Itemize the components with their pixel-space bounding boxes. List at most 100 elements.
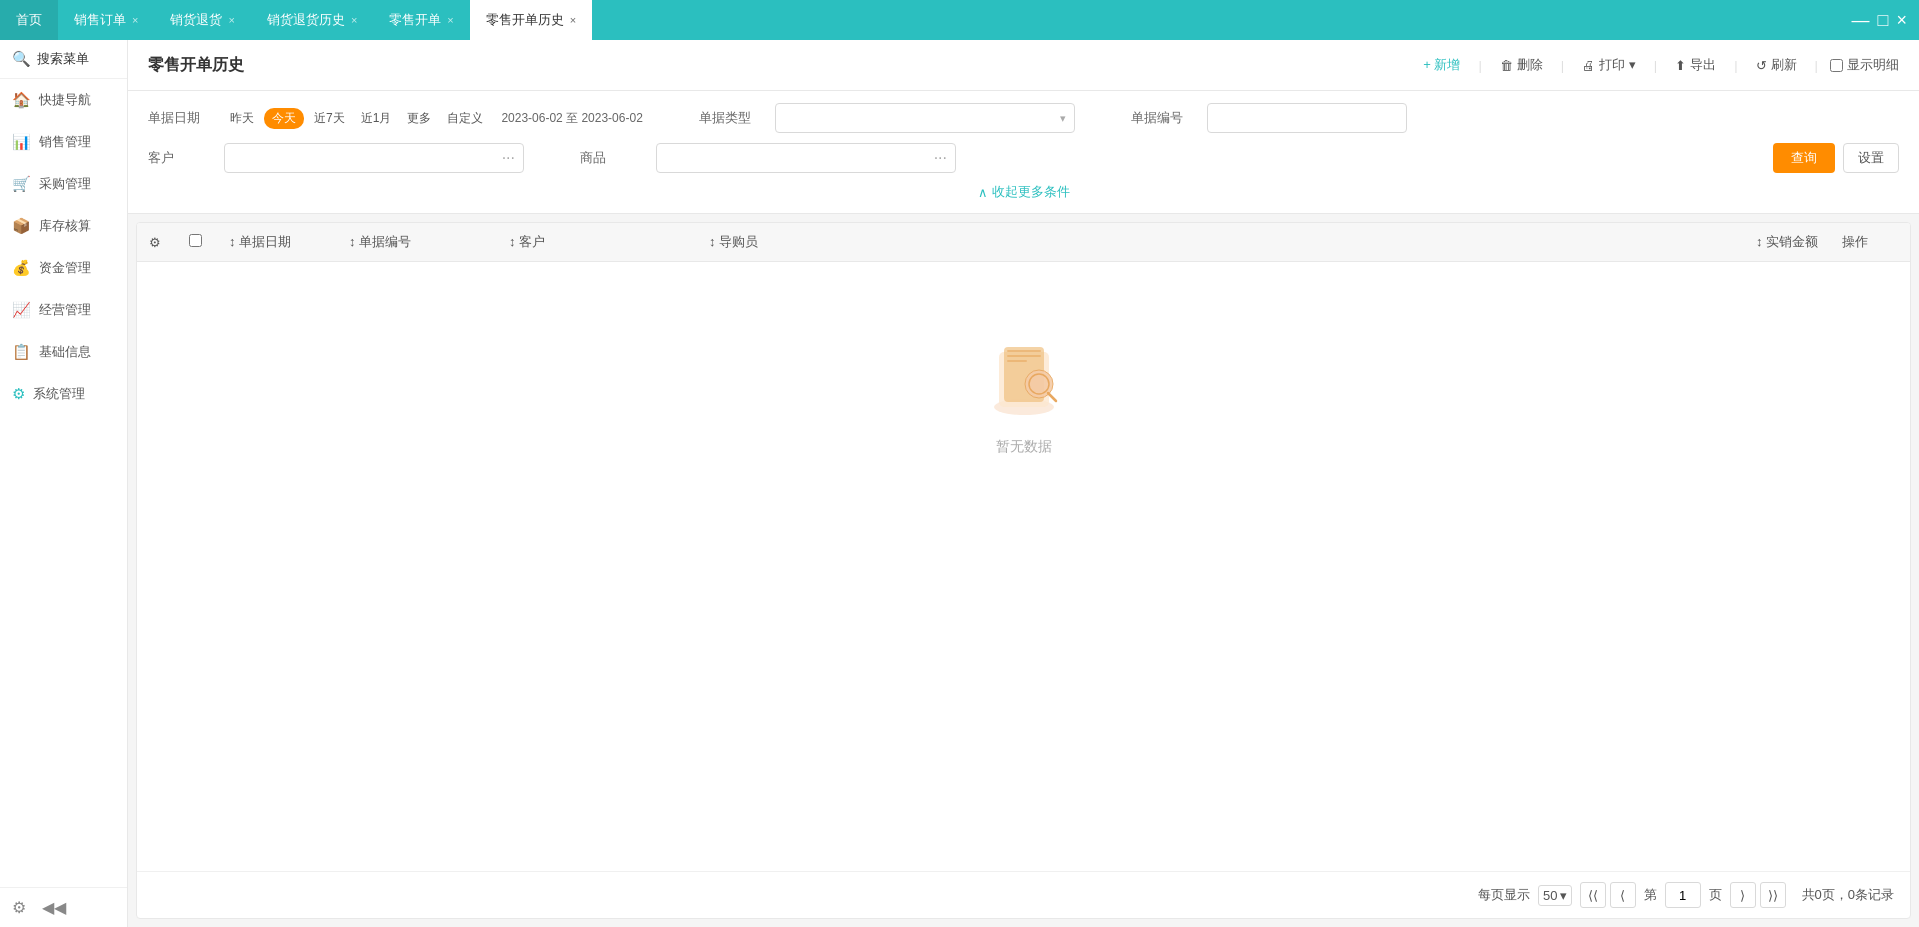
th-amount[interactable]: ↕ 实销金额: [1710, 223, 1830, 262]
product-dots[interactable]: ···: [934, 149, 947, 167]
tab-home[interactable]: 首页: [0, 0, 58, 40]
tab-retail-open[interactable]: 零售开单 ×: [373, 0, 469, 40]
settings-icon[interactable]: ⚙: [12, 898, 26, 917]
collapse-filter-btn[interactable]: ∧ 收起更多条件: [148, 183, 1899, 201]
close-tab-sales-return-history[interactable]: ×: [351, 14, 357, 26]
query-button[interactable]: 查询: [1773, 143, 1835, 173]
th-action: 操作: [1830, 223, 1910, 262]
pagination: 每页显示 50 ▾ ⟨⟨ ⟨ 第 页 ⟩ ⟩⟩ 共0页，0条记录: [137, 871, 1910, 918]
last-page-button[interactable]: ⟩⟩: [1760, 882, 1786, 908]
delete-button[interactable]: 🗑 删除: [1494, 52, 1549, 78]
sidebar-item-quick-nav[interactable]: 🏠 快捷导航: [0, 79, 127, 121]
tab-bar: 首页 销售订单 × 销货退货 × 销货退货历史 × 零售开单 × 零售开单历史 …: [0, 0, 1840, 40]
action-col-label: 操作: [1842, 234, 1868, 249]
main-layout: 🔍 搜索菜单 🏠 快捷导航 📊 销售管理 🛒 采购管理 📦 库存核算 💰: [0, 40, 1919, 927]
close-tab-retail-open-history[interactable]: ×: [570, 14, 576, 26]
amount-col-label: ↕ 实销金额: [1756, 234, 1818, 249]
total-info: 共0页，0条记录: [1802, 886, 1894, 904]
table-header-row: ⚙ ↕ 单据日期 ↕ 单据编号: [137, 223, 1910, 262]
tab-sales-return[interactable]: 销货退货 ×: [154, 0, 250, 40]
purchase-icon: 🛒: [12, 175, 31, 193]
filter-area: 单据日期 昨天 今天 近7天 近1月 更多 自定义 2023-06-02 至 2…: [128, 91, 1919, 214]
tab-sales-order[interactable]: 销售订单 ×: [58, 0, 154, 40]
close-tab-sales-return[interactable]: ×: [228, 14, 234, 26]
svg-rect-3: [1007, 350, 1041, 352]
close-button[interactable]: ×: [1896, 10, 1907, 31]
product-filter-select[interactable]: ···: [656, 143, 956, 173]
th-date[interactable]: ↕ 单据日期: [217, 223, 337, 262]
export-button[interactable]: ⬆ 导出: [1669, 52, 1722, 78]
display-detail-input[interactable]: [1830, 59, 1843, 72]
th-number[interactable]: ↕ 单据编号: [337, 223, 497, 262]
date-option-more[interactable]: 更多: [401, 108, 437, 129]
customer-dots[interactable]: ···: [502, 149, 515, 167]
sidebar-item-inventory[interactable]: 📦 库存核算: [0, 205, 127, 247]
sidebar-item-sales-mgmt[interactable]: 📊 销售管理: [0, 121, 127, 163]
th-guide[interactable]: ↕ 导购员: [697, 223, 817, 262]
filter-row-1: 单据日期 昨天 今天 近7天 近1月 更多 自定义 2023-06-02 至 2…: [148, 103, 1899, 133]
sidebar-item-operations[interactable]: 📈 经营管理: [0, 289, 127, 331]
date-option-today[interactable]: 今天: [264, 108, 304, 129]
operations-icon: 📈: [12, 301, 31, 319]
type-filter-select[interactable]: ▾: [775, 103, 1075, 133]
display-detail-checkbox[interactable]: 显示明细: [1830, 56, 1899, 74]
number-col-label: ↕ 单据编号: [349, 234, 411, 249]
system-icon: ⚙: [12, 385, 25, 403]
number-filter-input[interactable]: [1207, 103, 1407, 133]
print-button[interactable]: 🖨 打印 ▾: [1576, 52, 1642, 78]
date-option-1month[interactable]: 近1月: [355, 108, 398, 129]
type-select-arrow: ▾: [1060, 112, 1066, 125]
close-tab-sales-order[interactable]: ×: [132, 14, 138, 26]
export-icon: ⬆: [1675, 58, 1686, 73]
prev-page-button[interactable]: ⟨: [1610, 882, 1636, 908]
sidebar-item-basic-info[interactable]: 📋 基础信息: [0, 331, 127, 373]
new-button[interactable]: + 新增: [1417, 52, 1466, 78]
maximize-button[interactable]: □: [1878, 10, 1889, 31]
data-table: ⚙ ↕ 单据日期 ↕ 单据编号: [137, 223, 1910, 262]
sidebar-item-finance[interactable]: 💰 资金管理: [0, 247, 127, 289]
product-filter-label: 商品: [580, 149, 640, 167]
date-filter-label: 单据日期: [148, 109, 208, 127]
tab-retail-open-history[interactable]: 零售开单历史 ×: [470, 0, 592, 40]
sidebar: 🔍 搜索菜单 🏠 快捷导航 📊 销售管理 🛒 采购管理 📦 库存核算 💰: [0, 40, 128, 927]
collapse-sidebar-icon[interactable]: ◀◀: [42, 898, 66, 917]
svg-line-8: [1048, 393, 1056, 401]
customer-filter-select[interactable]: ···: [224, 143, 524, 173]
close-tab-retail-open[interactable]: ×: [447, 14, 453, 26]
minimize-button[interactable]: —: [1852, 10, 1870, 31]
print-icon: 🖨: [1582, 58, 1595, 73]
date-range-display: 2023-06-02 至 2023-06-02: [501, 110, 642, 127]
refresh-button[interactable]: ↺ 刷新: [1750, 52, 1803, 78]
refresh-icon: ↺: [1756, 58, 1767, 73]
sales-icon: 📊: [12, 133, 31, 151]
tab-sales-return-history[interactable]: 销货退货历史 ×: [251, 0, 373, 40]
date-option-yesterday[interactable]: 昨天: [224, 108, 260, 129]
sidebar-search[interactable]: 🔍 搜索菜单: [0, 40, 127, 79]
first-page-button[interactable]: ⟨⟨: [1580, 882, 1606, 908]
empty-text: 暂无数据: [996, 438, 1052, 456]
per-page-select[interactable]: 50 ▾: [1538, 885, 1571, 906]
customer-filter-label: 客户: [148, 149, 208, 167]
number-filter-label: 单据编号: [1131, 109, 1191, 127]
column-settings-icon[interactable]: ⚙: [149, 235, 161, 250]
svg-rect-4: [1007, 355, 1041, 357]
page-number-input[interactable]: [1665, 882, 1701, 908]
sidebar-item-purchase-mgmt[interactable]: 🛒 采购管理: [0, 163, 127, 205]
th-customer[interactable]: ↕ 客户: [497, 223, 697, 262]
settings-button[interactable]: 设置: [1843, 143, 1899, 173]
table-wrap: ⚙ ↕ 单据日期 ↕ 单据编号: [137, 223, 1910, 871]
top-navigation: 首页 销售订单 × 销货退货 × 销货退货历史 × 零售开单 × 零售开单历史 …: [0, 0, 1919, 40]
select-all-checkbox[interactable]: [189, 234, 202, 247]
next-page-button[interactable]: ⟩: [1730, 882, 1756, 908]
delete-icon: 🗑: [1500, 58, 1513, 73]
basic-info-icon: 📋: [12, 343, 31, 361]
customer-col-label: ↕ 客户: [509, 234, 545, 249]
svg-rect-5: [1007, 360, 1027, 362]
table-container: ⚙ ↕ 单据日期 ↕ 单据编号: [136, 222, 1911, 919]
date-option-7days[interactable]: 近7天: [308, 108, 351, 129]
date-option-custom[interactable]: 自定义: [441, 108, 489, 129]
th-gear: ⚙: [137, 223, 177, 262]
page-header: 零售开单历史 + 新增 | 🗑 删除 | 🖨 打印 ▾ | ⬆ 导出: [128, 40, 1919, 91]
collapse-icon: ∧: [978, 185, 988, 200]
sidebar-item-system[interactable]: ⚙ 系统管理: [0, 373, 127, 415]
